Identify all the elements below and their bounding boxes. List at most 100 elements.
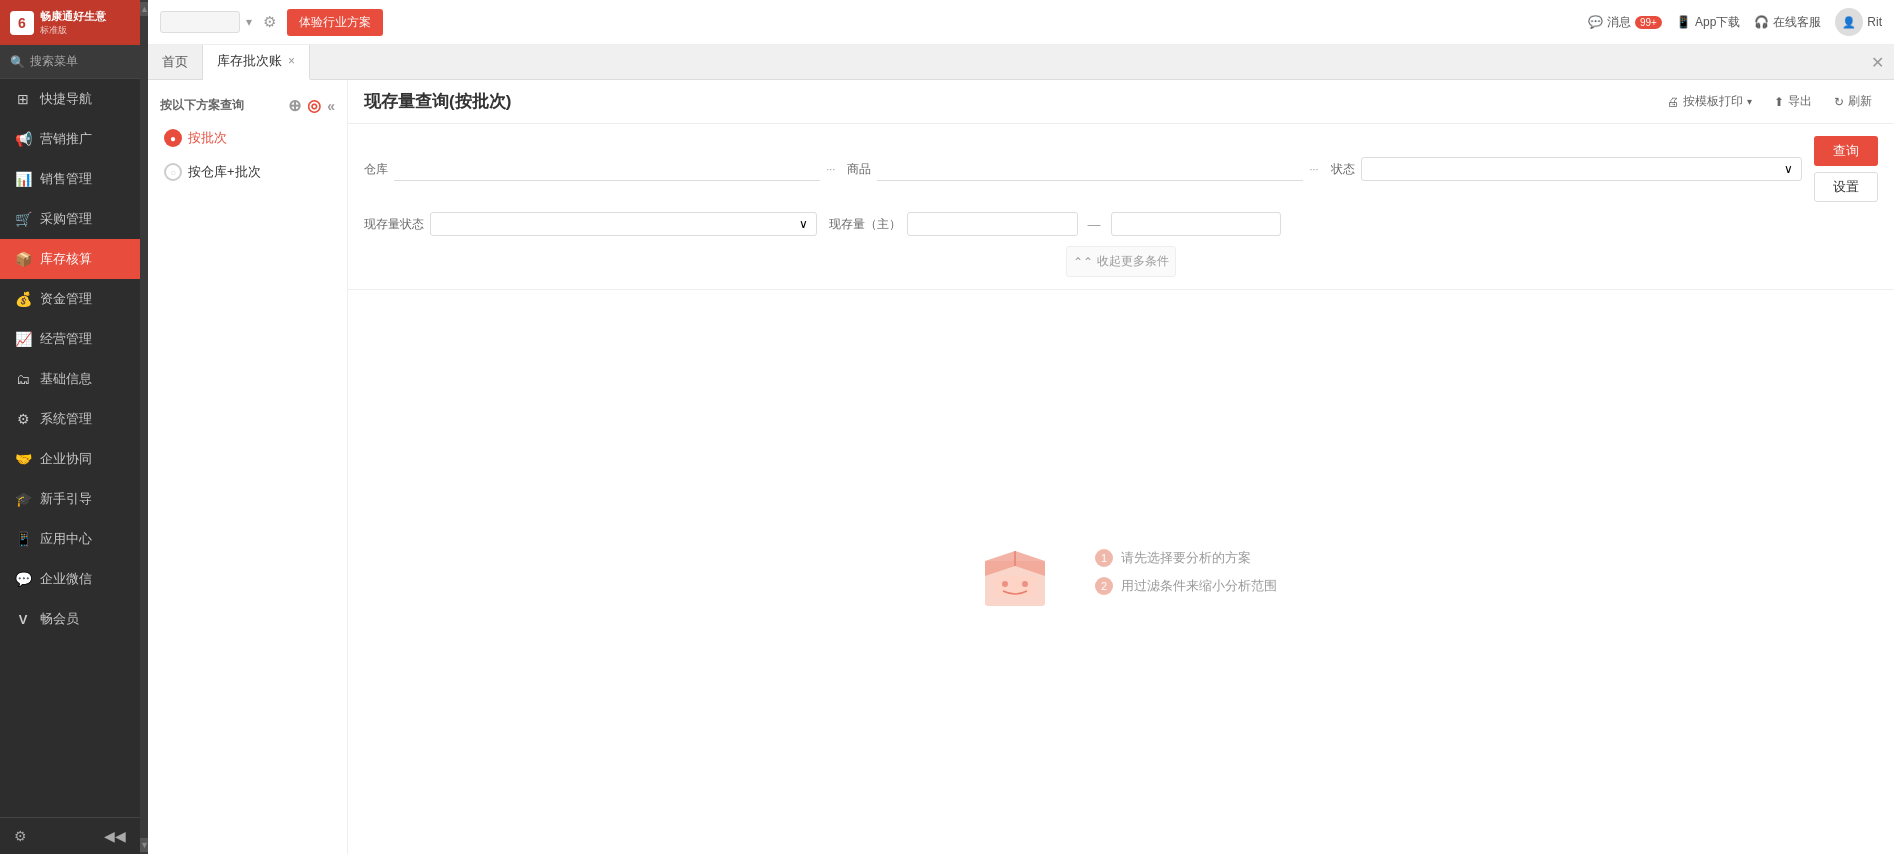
sidebar-search[interactable]: 🔍 搜索菜单 [0, 45, 140, 79]
tab-bar: 首页 库存批次账 × ✕ [148, 45, 1894, 80]
dropdown-arrow-icon[interactable]: ▾ [246, 15, 252, 29]
settings-icon[interactable]: ⚙ [14, 828, 27, 844]
svg-point-5 [1022, 581, 1028, 587]
online-service-action[interactable]: 🎧 在线客服 [1754, 14, 1821, 31]
status-filter: 状态 ∨ [1331, 157, 1802, 181]
print-btn[interactable]: 🖨 按模板打印 ▾ [1661, 90, 1758, 113]
empty-illustration [965, 521, 1065, 624]
export-btn[interactable]: ⬆ 导出 [1768, 90, 1818, 113]
amount-max-field[interactable] [1120, 217, 1273, 231]
panel-header-actions: ⊕ ◎ « [288, 96, 335, 115]
scheme-by-warehouse-batch[interactable]: ○ 按仓库+批次 [148, 155, 347, 189]
topbar-gear-icon[interactable]: ⚙ [258, 10, 281, 34]
collapse-row: ⌃⌃ 收起更多条件 [364, 246, 1878, 277]
product-label: 商品 [847, 161, 871, 178]
vip-icon: V [14, 610, 32, 628]
app-download-action[interactable]: 📱 App下载 [1676, 14, 1740, 31]
app-logo: 6 [10, 11, 34, 35]
hint-num-1: 1 [1095, 549, 1113, 567]
sidebar-item-enterprise-wx[interactable]: 💬 企业微信 [0, 559, 140, 599]
stock-amount-min-input[interactable] [907, 212, 1078, 236]
sidebar-item-purchase[interactable]: 🛒 采购管理 [0, 199, 140, 239]
scheme-active-radio: ● [164, 129, 182, 147]
sidebar: 6 畅康通好生意 标准版 🔍 搜索菜单 ⊞ 快捷导航 📢 营销推广 📊 销售管理… [0, 0, 140, 854]
action-col: 查询 设置 [1814, 136, 1878, 202]
sidebar-item-label: 库存核算 [40, 250, 92, 268]
breadcrumb-input[interactable] [160, 11, 240, 33]
scheme-by-batch[interactable]: ● 按批次 [148, 121, 347, 155]
sidebar-item-vip[interactable]: V 畅会员 [0, 599, 140, 639]
sidebar-item-quick-nav[interactable]: ⊞ 快捷导航 [0, 79, 140, 119]
headset-icon: 🎧 [1754, 15, 1769, 29]
warehouse-filter: 仓库 ··· [364, 158, 835, 181]
sidebar-item-operation[interactable]: 📈 经营管理 [0, 319, 140, 359]
add-scheme-icon[interactable]: ⊕ [288, 96, 301, 115]
newbie-icon: 🎓 [14, 490, 32, 508]
collapse-label: 收起更多条件 [1097, 253, 1169, 270]
settings-scheme-icon[interactable]: ◎ [307, 96, 321, 115]
stock-amount-filter: 现存量（主） — [829, 212, 1282, 236]
svg-rect-3 [995, 576, 1035, 596]
sidebar-scrollbar[interactable]: ▲ ▼ [140, 0, 148, 854]
system-icon: ⚙ [14, 410, 32, 428]
tab-bar-close-icon[interactable]: ✕ [1871, 53, 1884, 72]
user-info[interactable]: 👤 Rit [1835, 8, 1882, 36]
stock-status-select[interactable]: ∨ [430, 212, 817, 236]
filter-row-2: 现存量状态 ∨ 现存量（主） — [364, 212, 1878, 236]
enterprise-icon: 🤝 [14, 450, 32, 468]
refresh-icon: ↻ [1834, 95, 1844, 109]
status-select[interactable]: ∨ [1361, 157, 1802, 181]
print-label: 按模板打印 [1683, 93, 1743, 110]
quick-nav-icon: ⊞ [14, 90, 32, 108]
message-action[interactable]: 💬 消息 99+ [1588, 14, 1662, 31]
tab-home[interactable]: 首页 [148, 45, 203, 80]
panel-header: 按以下方案查询 ⊕ ◎ « [148, 90, 347, 121]
operation-icon: 📈 [14, 330, 32, 348]
warehouse-input[interactable] [394, 158, 820, 181]
collapse-button[interactable]: ⌃⌃ 收起更多条件 [1066, 246, 1176, 277]
sidebar-item-label: 新手引导 [40, 490, 92, 508]
sidebar-item-basic[interactable]: 🗂 基础信息 [0, 359, 140, 399]
title-actions: 🖨 按模板打印 ▾ ⬆ 导出 ↻ 刷新 [1661, 90, 1878, 113]
finance-icon: 💰 [14, 290, 32, 308]
settings-button[interactable]: 设置 [1814, 172, 1878, 202]
print-dropdown-icon[interactable]: ▾ [1747, 96, 1752, 107]
app-download-label: App下载 [1695, 14, 1740, 31]
sidebar-item-sales[interactable]: 📊 销售管理 [0, 159, 140, 199]
export-label: 导出 [1788, 93, 1812, 110]
trial-button[interactable]: 体验行业方案 [287, 9, 383, 36]
stock-amount-max-input[interactable] [1111, 212, 1282, 236]
page-title: 现存量查询(按批次) [364, 90, 511, 113]
tab-close-icon[interactable]: × [288, 54, 295, 68]
tab-inventory-batch[interactable]: 库存批次账 × [203, 45, 310, 80]
warehouse-more-icon[interactable]: ··· [826, 163, 835, 175]
query-button[interactable]: 查询 [1814, 136, 1878, 166]
sidebar-item-system[interactable]: ⚙ 系统管理 [0, 399, 140, 439]
sidebar-item-inventory[interactable]: 📦 库存核算 [0, 239, 140, 279]
message-icon: 💬 [1588, 15, 1603, 29]
message-badge: 99+ [1635, 16, 1662, 29]
collapse-panel-icon[interactable]: « [327, 98, 335, 114]
sidebar-item-marketing[interactable]: 📢 营销推广 [0, 119, 140, 159]
empty-hint-2: 2 用过滤条件来缩小分析范围 [1095, 577, 1277, 595]
sidebar-item-enterprise[interactable]: 🤝 企业协同 [0, 439, 140, 479]
sidebar-item-app-center[interactable]: 📱 应用中心 [0, 519, 140, 559]
empty-text: 1 请先选择要分析的方案 2 用过滤条件来缩小分析范围 [1095, 549, 1277, 595]
user-name: Rit [1867, 15, 1882, 29]
user-avatar: 👤 [1835, 8, 1863, 36]
sidebar-item-newbie[interactable]: 🎓 新手引导 [0, 479, 140, 519]
marketing-icon: 📢 [14, 130, 32, 148]
sidebar-item-label: 基础信息 [40, 370, 92, 388]
scroll-down-btn[interactable]: ▼ [140, 838, 148, 852]
scroll-up-btn[interactable]: ▲ [140, 2, 148, 16]
purchase-icon: 🛒 [14, 210, 32, 228]
product-input[interactable] [877, 158, 1303, 181]
page-title-bar: 现存量查询(按批次) 🖨 按模板打印 ▾ ⬆ 导出 ↻ 刷新 [348, 80, 1894, 124]
scheme-inactive-radio: ○ [164, 163, 182, 181]
sidebar-item-finance[interactable]: 💰 资金管理 [0, 279, 140, 319]
sidebar-item-label: 企业协同 [40, 450, 92, 468]
collapse-sidebar-icon[interactable]: ◀◀ [104, 828, 126, 844]
refresh-btn[interactable]: ↻ 刷新 [1828, 90, 1878, 113]
product-more-icon[interactable]: ··· [1309, 163, 1318, 175]
amount-min-field[interactable] [916, 217, 1069, 231]
